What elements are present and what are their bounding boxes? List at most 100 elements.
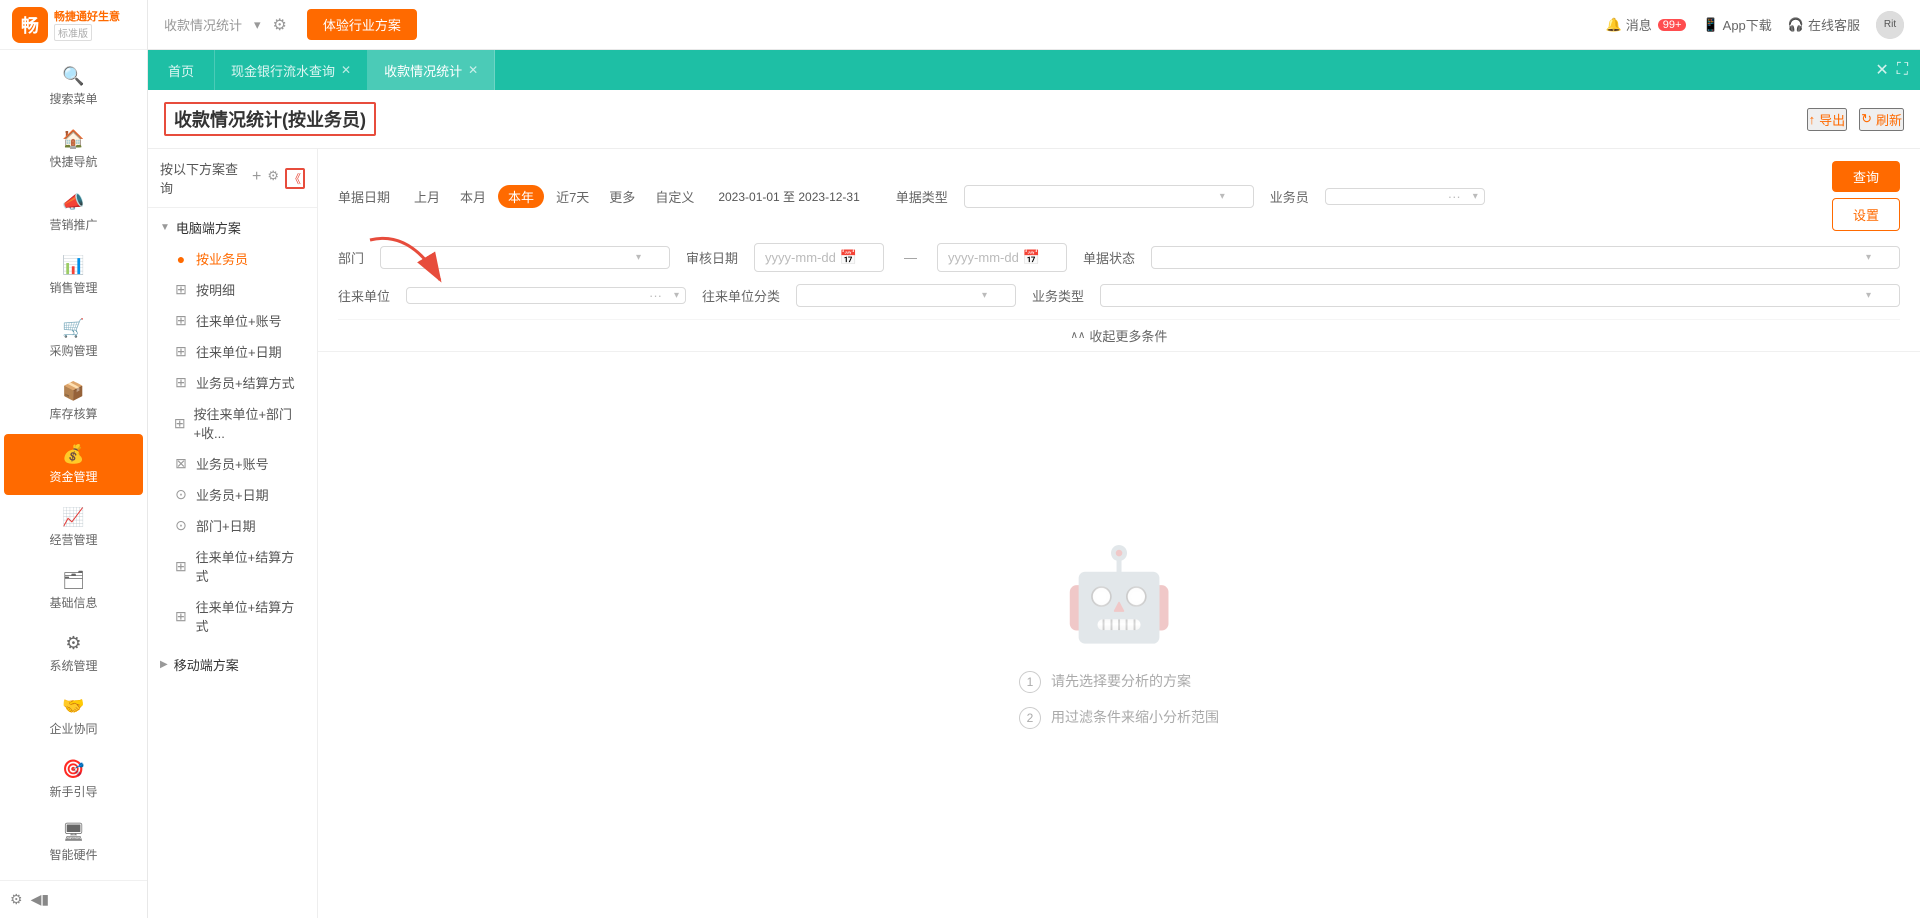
sidebar-item-label: 系统管理 [49, 657, 97, 674]
sidebar-collapse-icon[interactable]: ◀▮ [31, 891, 49, 908]
sidebar-item-quick-nav[interactable]: 🏠 快捷导航 [4, 119, 143, 180]
user-avatar[interactable]: Rit [1876, 11, 1904, 39]
main-area: 收款情况统计 ▾ ⚙ 体验行业方案 🔔 消息 99+ 📱 App下载 🎧 在线客… [148, 0, 1920, 918]
date-tab-more[interactable]: 更多 [601, 185, 643, 208]
counterpart-select[interactable]: ··· ▾ [406, 287, 686, 304]
active-scheme-icon: ● [172, 251, 190, 267]
tab-collection-stats[interactable]: 收款情况统计 ✕ [368, 50, 495, 90]
sidebar-item-marketing[interactable]: 📣 营销推广 [4, 182, 143, 243]
dept-select[interactable]: ▾ [380, 246, 670, 269]
staff-more-icon[interactable]: ··· [1442, 189, 1467, 204]
biz-type-label: 业务类型 [1032, 286, 1084, 305]
sidebar-item-system[interactable]: ⚙ 系统管理 [4, 623, 143, 684]
sidebar-item-inventory[interactable]: 📦 库存核算 [4, 371, 143, 432]
grid-icon-4: ⊞ [172, 415, 187, 432]
sidebar-item-label: 企业协同 [49, 720, 97, 737]
doc-type-controls: ▾ [1220, 191, 1225, 202]
collapse-btn[interactable]: ∧∧ 收起更多条件 [338, 319, 1900, 351]
scheme-collapse-icon[interactable]: 《 [285, 168, 305, 189]
sidebar-item-label: 资金管理 [49, 468, 97, 485]
export-icon: ↑ [1809, 112, 1816, 127]
phone-icon: 📱 [1702, 17, 1718, 33]
online-service-btn[interactable]: 🎧 在线客服 [1788, 15, 1860, 34]
scheme-panel-title: 按以下方案查询 [160, 159, 248, 197]
trial-button[interactable]: 体验行业方案 [307, 9, 417, 40]
home-icon: 🏠 [62, 129, 84, 150]
scheme-group-mobile-title[interactable]: ▶ 移动端方案 [148, 649, 317, 680]
doc-type-select[interactable]: ▾ [964, 185, 1254, 208]
scheme-item-staff-date[interactable]: ⊙ 业务员+日期 [148, 479, 317, 510]
date-tab-custom[interactable]: 自定义 [647, 185, 702, 208]
query-button[interactable]: 查询 [1832, 161, 1900, 192]
topbar-settings-icon[interactable]: ⚙ [273, 15, 287, 35]
sidebar-item-operations[interactable]: 📈 经营管理 [4, 497, 143, 558]
sidebar-item-basic[interactable]: 🗂 基础信息 [4, 560, 143, 621]
sidebar-item-purchase[interactable]: 🛒 采购管理 [4, 308, 143, 369]
page-title: 收款情况统计(按业务员) [164, 102, 376, 136]
counterpart-more-icon[interactable]: ··· [643, 288, 668, 303]
check-icon: ⊠ [172, 455, 190, 472]
sidebar-item-sales[interactable]: 📊 销售管理 [4, 245, 143, 306]
counterpart-caret-icon: ▾ [668, 290, 685, 301]
sidebar-item-label: 新手引导 [49, 783, 97, 800]
date-separator: — [900, 250, 921, 265]
doc-status-select[interactable]: ▾ [1151, 246, 1900, 269]
date-tab-last7[interactable]: 近7天 [548, 185, 597, 208]
service-icon: 🎧 [1788, 17, 1804, 33]
basic-icon: 🗂 [62, 570, 85, 591]
tab-maximize-icon[interactable]: ⛶ [1897, 61, 1908, 79]
date-tab-this-month[interactable]: 本月 [452, 185, 494, 208]
tab-bank-flow[interactable]: 现金银行流水查询 ✕ [215, 50, 368, 90]
tab-bank-flow-label: 现金银行流水查询 [231, 61, 335, 80]
date-tab-this-year[interactable]: 本年 [498, 185, 544, 208]
tab-collection-stats-close[interactable]: ✕ [468, 63, 478, 77]
staff-select[interactable]: ··· ▾ [1325, 188, 1485, 205]
operations-icon: 📈 [62, 507, 84, 528]
scheme-group-desktop-title[interactable]: ▼ 电脑端方案 [148, 212, 317, 243]
scheme-item-unit-date[interactable]: ⊞ 往来单位+日期 [148, 336, 317, 367]
settings-button[interactable]: 设置 [1832, 198, 1900, 231]
scheme-item-unit-dept[interactable]: ⊞ 按往来单位+部门+收... [148, 398, 317, 448]
scheme-item-unit-account[interactable]: ⊞ 往来单位+账号 [148, 305, 317, 336]
sidebar-settings-icon[interactable]: ⚙ [10, 891, 23, 908]
biz-type-select[interactable]: ▾ [1100, 284, 1900, 307]
topbar-dropdown-icon[interactable]: ▾ [254, 17, 261, 33]
sidebar-item-guide[interactable]: 🎯 新手引导 [4, 749, 143, 810]
scheme-item-staff-settle[interactable]: ⊞ 业务员+结算方式 [148, 367, 317, 398]
tab-bank-flow-close[interactable]: ✕ [341, 63, 351, 77]
counterpart-cat-select[interactable]: ▾ [796, 284, 1016, 307]
hardware-icon: 🖥 [62, 822, 85, 843]
scheme-item-unit-settle1[interactable]: ⊞ 往来单位+结算方式 [148, 541, 317, 591]
scheme-item-unit-settle2[interactable]: ⊞ 往来单位+结算方式 [148, 591, 317, 641]
chevron-down-icon: ▼ [160, 222, 170, 233]
sidebar-item-enterprise[interactable]: 🤝 企业协同 [4, 686, 143, 747]
tab-close-all-icon[interactable]: ✕ [1875, 60, 1888, 80]
refresh-button[interactable]: ↻ 刷新 [1859, 108, 1904, 131]
scheme-item-by-staff[interactable]: ● 按业务员 [148, 243, 317, 274]
app-download-btn[interactable]: 📱 App下载 [1702, 15, 1771, 34]
review-date-start-input[interactable]: yyyy-mm-dd 📅 [754, 243, 884, 272]
search-icon: 🔍 [62, 66, 84, 87]
scheme-item-dept-date[interactable]: ⊙ 部门+日期 [148, 510, 317, 541]
sidebar-item-finance[interactable]: 💰 资金管理 [4, 434, 143, 495]
scheme-add-icon[interactable]: + [252, 168, 261, 189]
doc-status-label: 单据状态 [1083, 248, 1135, 267]
scheme-item-staff-account[interactable]: ⊠ 业务员+账号 [148, 448, 317, 479]
export-button[interactable]: ↑ 导出 [1807, 108, 1848, 131]
tab-collection-stats-label: 收款情况统计 [384, 61, 462, 80]
sidebar-item-label: 采购管理 [49, 342, 97, 359]
calendar-icon-2: 📅 [1023, 249, 1040, 266]
scheme-item-by-detail[interactable]: ⊞ 按明细 [148, 274, 317, 305]
date-tab-last-month[interactable]: 上月 [406, 185, 448, 208]
scheme-settings-icon[interactable]: ⚙ [267, 168, 279, 189]
tab-home[interactable]: 首页 [148, 50, 215, 90]
grid-icon-3: ⊞ [172, 343, 190, 360]
sidebar-item-hardware[interactable]: 🖥 智能硬件 [4, 812, 143, 873]
scheme-group-mobile: ▶ 移动端方案 [148, 645, 317, 684]
message-btn[interactable]: 🔔 消息 99+ [1606, 15, 1687, 34]
review-date-end-input[interactable]: yyyy-mm-dd 📅 [937, 243, 1067, 272]
sidebar-item-search[interactable]: 🔍 搜索菜单 [4, 56, 143, 117]
sales-icon: 📊 [62, 255, 84, 276]
chevron-up-icon: ∧∧ [1071, 330, 1086, 341]
clock-icon-2: ⊙ [172, 517, 190, 534]
